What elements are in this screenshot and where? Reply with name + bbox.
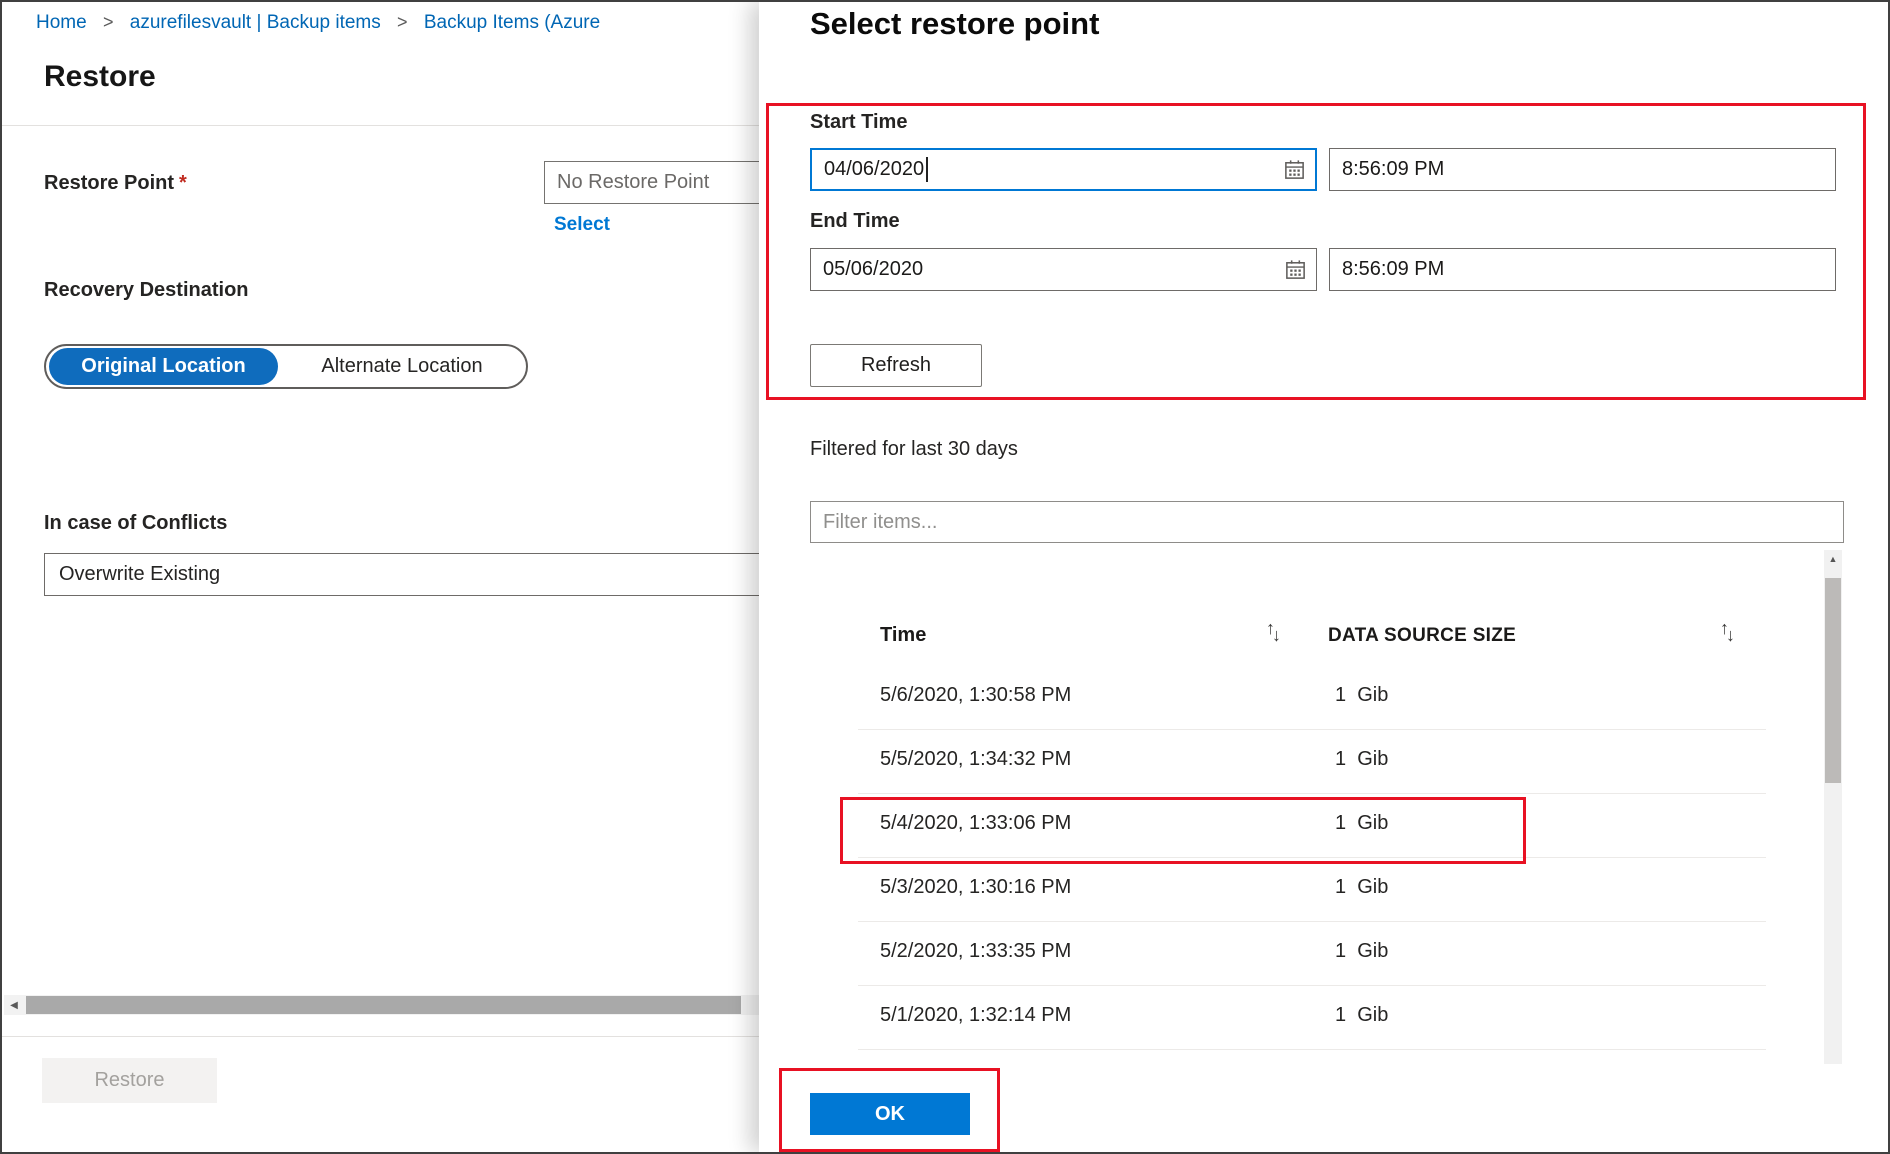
restore-point-value: No Restore Point bbox=[557, 171, 709, 194]
end-time-value: 8:56:09 PM bbox=[1342, 258, 1444, 281]
end-date-input[interactable]: 05/06/2020 bbox=[810, 248, 1317, 291]
select-restore-point-panel: Select restore point Start Time 04/06/20… bbox=[759, 2, 1888, 1152]
row-time: 5/1/2020, 1:32:14 PM bbox=[880, 1004, 1071, 1027]
filter-note: Filtered for last 30 days bbox=[810, 438, 1018, 461]
row-time: 5/3/2020, 1:30:16 PM bbox=[880, 876, 1071, 899]
sort-icon[interactable]: ↑↓ bbox=[1266, 622, 1281, 643]
scroll-left-icon[interactable]: ◀ bbox=[4, 995, 24, 1015]
start-time-label: Start Time bbox=[810, 111, 907, 134]
restore-point-label: Restore Point* bbox=[44, 172, 187, 195]
row-time: 5/6/2020, 1:30:58 PM bbox=[880, 684, 1071, 707]
conflicts-dropdown[interactable]: Overwrite Existing bbox=[44, 553, 784, 596]
breadcrumb-backup-items-azure: Backup Items (Azure bbox=[424, 12, 600, 33]
conflicts-value: Overwrite Existing bbox=[59, 563, 220, 586]
time-column-header[interactable]: Time bbox=[880, 624, 926, 647]
size-column-header[interactable]: DATA SOURCE SIZE bbox=[1328, 625, 1516, 647]
breadcrumb: Home > azurefilesvault | Backup items > … bbox=[36, 12, 600, 34]
conflicts-label: In case of Conflicts bbox=[44, 512, 227, 535]
calendar-icon[interactable] bbox=[1283, 258, 1307, 282]
row-time: 5/2/2020, 1:33:35 PM bbox=[880, 940, 1071, 963]
panel-title: Select restore point bbox=[810, 6, 1099, 42]
breadcrumb-separator: > bbox=[397, 12, 408, 32]
row-size: 1 Gib bbox=[1335, 940, 1388, 963]
start-time-input[interactable]: 8:56:09 PM bbox=[1329, 148, 1836, 191]
text-caret bbox=[926, 157, 928, 182]
start-date-input[interactable]: 04/06/2020 bbox=[810, 148, 1317, 191]
restore-point-row[interactable]: 5/5/2020, 1:34:32 PM 1 Gib bbox=[858, 730, 1766, 794]
recovery-destination-label: Recovery Destination bbox=[44, 279, 249, 302]
azure-restore-screen: Home > azurefilesvault | Backup items > … bbox=[0, 0, 1890, 1154]
required-asterisk: * bbox=[179, 172, 187, 194]
vertical-scrollbar[interactable]: ▲ bbox=[1824, 550, 1842, 1064]
horizontal-scrollbar-thumb[interactable] bbox=[26, 996, 741, 1014]
restore-point-row[interactable]: 5/1/2020, 1:32:14 PM 1 Gib bbox=[858, 986, 1766, 1050]
end-time-input[interactable]: 8:56:09 PM bbox=[1329, 248, 1836, 291]
horizontal-scrollbar[interactable]: ◀ bbox=[4, 995, 759, 1015]
vertical-scrollbar-thumb[interactable] bbox=[1825, 578, 1841, 783]
breadcrumb-vault-backup-items[interactable]: azurefilesvault | Backup items bbox=[130, 12, 381, 33]
calendar-icon[interactable] bbox=[1282, 158, 1306, 182]
row-time: 5/5/2020, 1:34:32 PM bbox=[880, 748, 1071, 771]
breadcrumb-separator: > bbox=[103, 12, 114, 32]
toggle-original-location[interactable]: Original Location bbox=[49, 348, 278, 385]
recovery-destination-toggle: Original Location Alternate Location bbox=[44, 344, 528, 389]
toggle-alternate-location[interactable]: Alternate Location bbox=[278, 355, 526, 378]
start-date-value: 04/06/2020 bbox=[824, 158, 924, 181]
scroll-up-icon[interactable]: ▲ bbox=[1824, 550, 1842, 568]
restore-point-row[interactable]: 5/3/2020, 1:30:16 PM 1 Gib bbox=[858, 858, 1766, 922]
restore-button[interactable]: Restore bbox=[42, 1058, 217, 1103]
start-time-value: 8:56:09 PM bbox=[1342, 158, 1444, 181]
page-title: Restore bbox=[44, 60, 156, 94]
restore-point-row[interactable]: 5/6/2020, 1:30:58 PM 1 Gib bbox=[858, 666, 1766, 730]
row-size: 1 Gib bbox=[1335, 748, 1388, 771]
ok-button[interactable]: OK bbox=[810, 1093, 970, 1135]
restore-points-table-header: Time ↑↓ DATA SOURCE SIZE ↑↓ bbox=[858, 618, 1766, 658]
row-size: 1 Gib bbox=[1335, 812, 1388, 835]
end-date-value: 05/06/2020 bbox=[823, 258, 923, 281]
sort-icon[interactable]: ↑↓ bbox=[1720, 622, 1735, 643]
row-size: 1 Gib bbox=[1335, 876, 1388, 899]
select-restore-point-link[interactable]: Select bbox=[554, 214, 610, 236]
row-size: 1 Gib bbox=[1335, 1004, 1388, 1027]
header-divider bbox=[2, 125, 759, 126]
row-time: 5/4/2020, 1:33:06 PM bbox=[880, 812, 1071, 835]
end-time-label: End Time bbox=[810, 210, 900, 233]
breadcrumb-home[interactable]: Home bbox=[36, 12, 87, 33]
restore-point-row-highlighted[interactable]: 5/4/2020, 1:33:06 PM 1 Gib bbox=[858, 794, 1766, 858]
row-size: 1 Gib bbox=[1335, 684, 1388, 707]
restore-point-row[interactable]: 5/2/2020, 1:33:35 PM 1 Gib bbox=[858, 922, 1766, 986]
footer-divider bbox=[2, 1036, 759, 1037]
refresh-button[interactable]: Refresh bbox=[810, 344, 982, 387]
restore-points-list: 5/6/2020, 1:30:58 PM 1 Gib 5/5/2020, 1:3… bbox=[858, 666, 1766, 1050]
filter-items-input[interactable] bbox=[810, 501, 1844, 543]
